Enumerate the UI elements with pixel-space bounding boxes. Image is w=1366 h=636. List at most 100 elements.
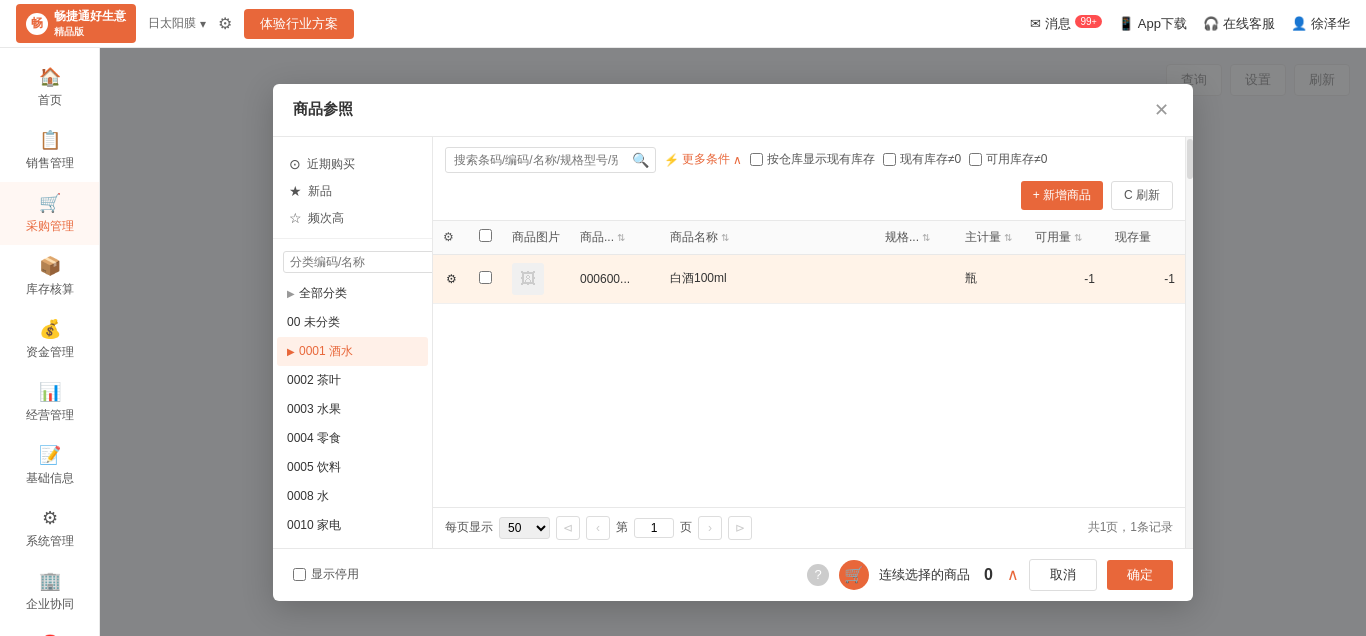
modal-body: ⊙ 近期购买 ★ 新品 ☆ 频次高 — [273, 137, 1193, 548]
sidebar-item-home[interactable]: 🏠 首页 — [0, 56, 99, 119]
cat-item-0008[interactable]: 0008 水 — [277, 482, 428, 511]
search-toolbar: 🔍 ⚡ 更多条件 ∧ 按仓库显示现有库存 — [433, 137, 1185, 221]
sidebar-item-system[interactable]: ⚙ 系统管理 — [0, 497, 99, 560]
col-stock-header: 现存量 — [1105, 221, 1185, 255]
nav-right: ✉ 消息 99+ 📱 App下载 🎧 在线客服 👤 徐泽华 — [1030, 15, 1350, 33]
logo-icon: 畅 — [26, 13, 48, 35]
row-checkbox[interactable] — [479, 271, 492, 284]
nav-selector[interactable]: 日太阳膜 ▾ — [148, 15, 206, 32]
sidebar-item-basicinfo[interactable]: 📝 基础信息 — [0, 434, 99, 497]
category-tree: ▶ 全部分类 00 未分类 ▶ 0001 酒水 0002 茶 — [273, 279, 432, 540]
help-btn[interactable]: ? — [807, 564, 829, 586]
row-settings-btn[interactable]: ⚙ — [433, 254, 469, 303]
last-page-btn[interactable]: ⊳ — [728, 516, 752, 540]
col-check-header[interactable] — [469, 221, 502, 255]
row-img-cell: 🖼 — [502, 254, 570, 303]
app-download-btn[interactable]: 📱 App下载 — [1118, 15, 1187, 33]
home-icon: 🏠 — [39, 66, 61, 88]
checkbox-stock-not0-input[interactable] — [883, 153, 896, 166]
more-filter-btn[interactable]: ⚡ 更多条件 ∧ — [664, 151, 742, 168]
enterprise-icon: 🏢 — [39, 570, 61, 592]
filter-icon: ⚡ — [664, 153, 679, 167]
operations-icon: 📊 — [39, 381, 61, 403]
refresh-btn[interactable]: C 刷新 — [1111, 181, 1173, 210]
checkbox-by-warehouse-input[interactable] — [750, 153, 763, 166]
purchase-icon: 🛒 — [39, 192, 61, 214]
checkbox-avail-not0-input[interactable] — [969, 153, 982, 166]
product-search-input[interactable] — [446, 149, 626, 171]
col-unit-header[interactable]: 主计量 — [955, 221, 1025, 255]
modal-footer: 显示停用 ? 🛒 连续选择的商品 0 ∧ 取消 确定 — [273, 548, 1193, 601]
category-search-input[interactable] — [283, 251, 433, 273]
cat-item-0005[interactable]: 0005 饮料 — [277, 453, 428, 482]
collapse-panel-btn[interactable]: ◀ — [432, 322, 433, 362]
finance-icon: 💰 — [39, 318, 61, 340]
table-header-row: ⚙ 商品图片 商品... 商品名称 规格... 主计量 — [433, 221, 1185, 255]
first-page-btn[interactable]: ⊲ — [556, 516, 580, 540]
quick-filters: ⊙ 近期购买 ★ 新品 ☆ 频次高 — [273, 145, 432, 239]
modal-close-btn[interactable]: ✕ — [1149, 98, 1173, 122]
cat-item-0002[interactable]: 0002 茶叶 — [277, 366, 428, 395]
logo[interactable]: 畅 畅捷通好生意 精品版 — [16, 4, 136, 43]
checkbox-avail-not0[interactable]: 可用库存≠0 — [969, 151, 1047, 168]
scrollbar-thumb[interactable] — [1187, 139, 1193, 179]
sidebar-item-purchase[interactable]: 🛒 采购管理 — [0, 182, 99, 245]
cart-icon[interactable]: 🛒 — [839, 560, 869, 590]
cat-item-0004[interactable]: 0004 零食 — [277, 424, 428, 453]
modal-title: 商品参照 — [293, 100, 353, 119]
cat-item-all[interactable]: ▶ 全部分类 — [277, 279, 428, 308]
page-number-input[interactable] — [634, 518, 674, 538]
online-service-btn[interactable]: 🎧 在线客服 — [1203, 15, 1275, 33]
expand-icon[interactable]: ∧ — [1007, 565, 1019, 584]
checkbox-stock-not0[interactable]: 现有库存≠0 — [883, 151, 961, 168]
row-checkbox-cell[interactable] — [469, 254, 502, 303]
cat-item-00[interactable]: 00 未分类 — [277, 308, 428, 337]
show-disabled-checkbox[interactable] — [293, 568, 306, 581]
product-table: ⚙ 商品图片 商品... 商品名称 规格... 主计量 — [433, 221, 1185, 304]
product-table-body: ⚙ 🖼 000600... 白酒100ml — [433, 254, 1185, 303]
sidebar-item-guide[interactable]: 🎯 新手引导 — [0, 623, 99, 636]
row-stock-cell: -1 — [1105, 254, 1185, 303]
logo-text: 畅捷通好生意 精品版 — [54, 8, 126, 39]
add-product-btn[interactable]: + 新增商品 — [1021, 181, 1103, 210]
sidebar-item-inventory[interactable]: 📦 库存核算 — [0, 245, 99, 308]
col-name-header[interactable]: 商品名称 — [660, 221, 875, 255]
product-table-wrap[interactable]: ⚙ 商品图片 商品... 商品名称 规格... 主计量 — [433, 221, 1185, 507]
product-search-btn[interactable]: 🔍 — [626, 148, 655, 172]
col-code-header[interactable]: 商品... — [570, 221, 660, 255]
filter-recent[interactable]: ⊙ 近期购买 — [283, 151, 422, 178]
cancel-btn[interactable]: 取消 — [1029, 559, 1097, 591]
avatar: 👤 — [1291, 16, 1307, 31]
col-img-header: 商品图片 — [502, 221, 570, 255]
modal-overlay: 商品参照 ✕ ⊙ 近期购买 ★ — [100, 48, 1366, 636]
cat-item-0001[interactable]: ▶ 0001 酒水 — [277, 337, 428, 366]
col-spec-header[interactable]: 规格... — [875, 221, 955, 255]
messages-btn[interactable]: ✉ 消息 99+ — [1030, 15, 1101, 33]
product-img: 🖼 — [512, 263, 544, 295]
gear-icon[interactable]: ⚙ — [218, 14, 232, 33]
cat-item-0003[interactable]: 0003 水果 — [277, 395, 428, 424]
sidebar-item-operations[interactable]: 📊 经营管理 — [0, 371, 99, 434]
sidebar-item-finance[interactable]: 💰 资金管理 — [0, 308, 99, 371]
select-all-checkbox[interactable] — [479, 229, 492, 242]
checkbox-by-warehouse[interactable]: 按仓库显示现有库存 — [750, 151, 875, 168]
page-total-info: 共1页，1条记录 — [1088, 519, 1173, 536]
sidebar-item-sales[interactable]: 📋 销售管理 — [0, 119, 99, 182]
col-settings-header[interactable]: ⚙ — [433, 221, 469, 255]
cat-item-0010[interactable]: 0010 家电 — [277, 511, 428, 540]
filter-new[interactable]: ★ 新品 — [283, 178, 422, 205]
toolbar-right: + 新增商品 C 刷新 — [1021, 181, 1173, 210]
footer-right: ? 🛒 连续选择的商品 0 ∧ 取消 确定 — [807, 559, 1173, 591]
table-row[interactable]: ⚙ 🖼 000600... 白酒100ml — [433, 254, 1185, 303]
next-page-btn[interactable]: › — [698, 516, 722, 540]
sidebar-item-enterprise[interactable]: 🏢 企业协同 — [0, 560, 99, 623]
col-avail-header[interactable]: 可用量 — [1025, 221, 1105, 255]
page-size-select[interactable]: 10 20 50 100 — [499, 517, 550, 539]
filter-frequent[interactable]: ☆ 频次高 — [283, 205, 422, 232]
prev-page-btn[interactable]: ‹ — [586, 516, 610, 540]
show-disabled-label[interactable]: 显示停用 — [293, 566, 359, 583]
top-nav: 畅 畅捷通好生意 精品版 日太阳膜 ▾ ⚙ 体验行业方案 ✉ 消息 99+ 📱 … — [0, 0, 1366, 48]
user-avatar[interactable]: 👤 徐泽华 — [1291, 15, 1350, 33]
confirm-btn[interactable]: 确定 — [1107, 560, 1173, 590]
experience-btn[interactable]: 体验行业方案 — [244, 9, 354, 39]
